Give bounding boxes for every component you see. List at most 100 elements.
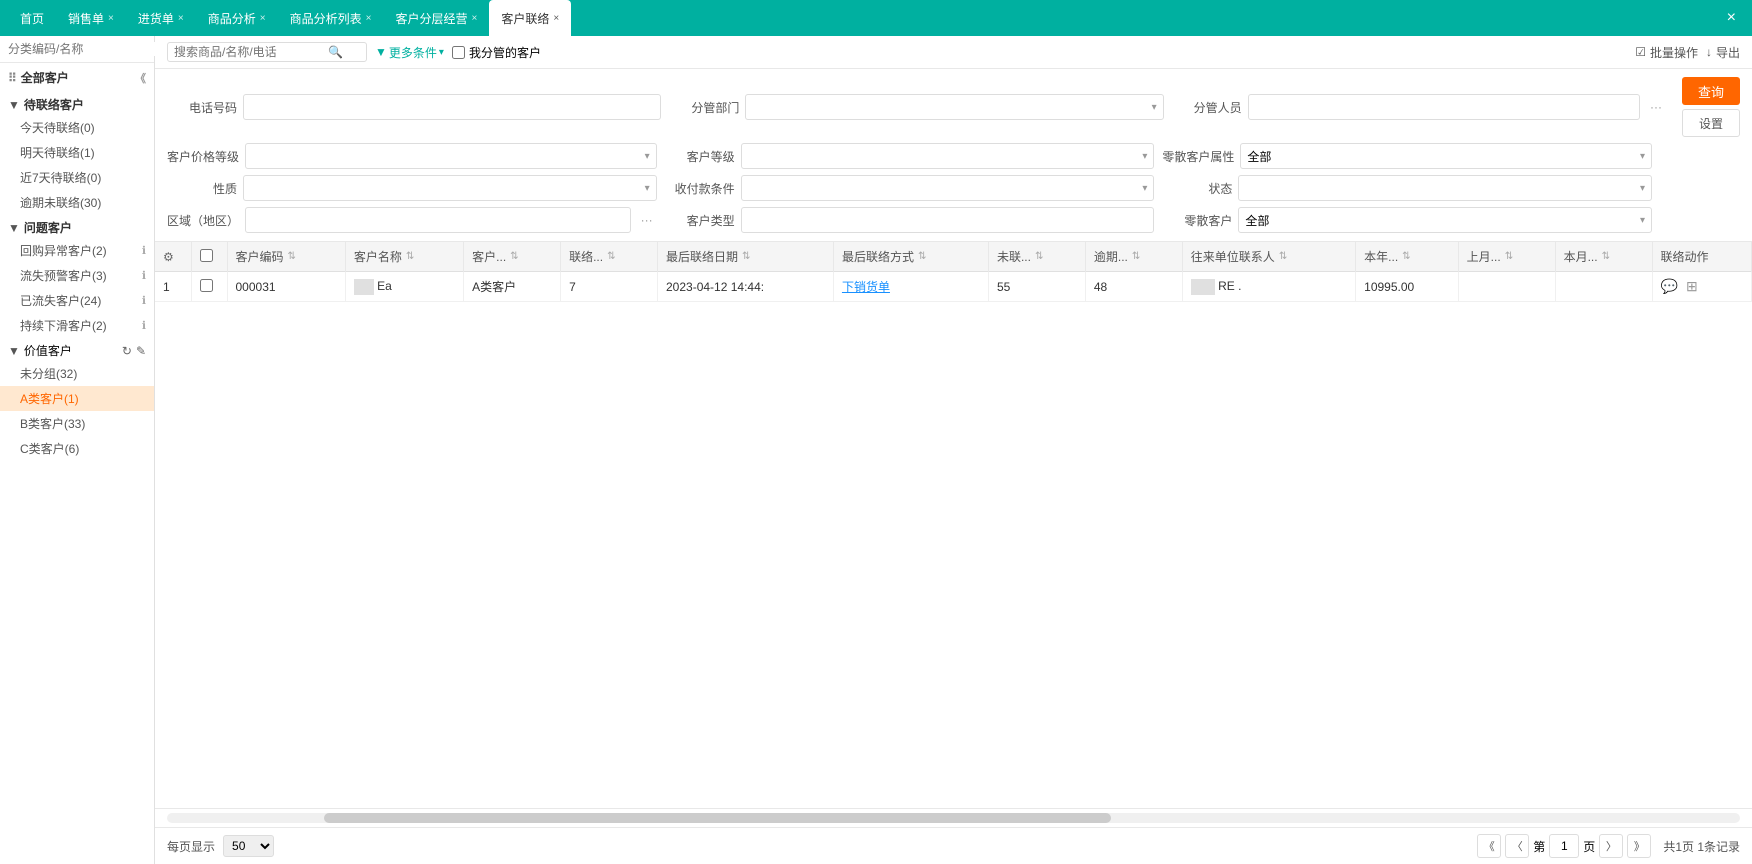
sidebar-section-pending: ▼ 待联络客户 [0, 92, 154, 115]
filter-field-nature: 性质 ▾ [167, 175, 657, 201]
col-type-sort[interactable]: ⇅ [510, 251, 518, 262]
sidebar-item-class-b[interactable]: B类客户(33) [0, 411, 154, 436]
edit-icon[interactable]: ✎ [136, 344, 146, 358]
col-overdue-sort[interactable]: ⇅ [1132, 251, 1140, 262]
scroll-thumb[interactable] [324, 813, 1111, 823]
row-contact-person: RE . [1182, 272, 1355, 302]
tab-customer-contact-close[interactable]: × [553, 13, 559, 24]
tab-product-analysis-list-label: 商品分析列表 [290, 10, 362, 27]
sidebar-item-declining[interactable]: 持续下滑客户(2) ℹ [0, 313, 154, 338]
col-contact-count-sort[interactable]: ⇅ [607, 251, 615, 262]
filter-select-customer-level[interactable]: ▾ [741, 143, 1155, 169]
sidebar-item-class-a[interactable]: A类客户(1) [0, 386, 154, 411]
batch-operation-btn[interactable]: ☑ 批量操作 [1635, 44, 1698, 61]
col-name-sort[interactable]: ⇅ [406, 251, 414, 262]
col-this-year-label: 本年... [1364, 248, 1398, 265]
tab-sales-close[interactable]: × [108, 13, 114, 24]
row-name: Ea [345, 272, 463, 302]
row-action-icons: 💬 ⊞ [1661, 278, 1743, 295]
sidebar-item-unclassified[interactable]: 未分组(32) [0, 361, 154, 386]
filter-search-icon[interactable]: 🔍 [328, 45, 343, 59]
tab-product-analysis-list[interactable]: 商品分析列表 × [278, 0, 384, 36]
settings-button[interactable]: 设置 [1682, 109, 1740, 137]
tab-home[interactable]: 首页 [8, 0, 56, 36]
col-last-month-sort[interactable]: ⇅ [1505, 251, 1513, 262]
sidebar-collapse-icon[interactable]: 《 [135, 70, 146, 86]
sidebar-item-churn-warning[interactable]: 流失预警客户(3) ℹ [0, 263, 154, 288]
my-customers-checkbox[interactable] [452, 46, 465, 59]
filter-more-label: 更多条件 [389, 44, 437, 61]
sidebar-item-class-c[interactable]: C类客户(6) [0, 436, 154, 461]
sidebar-all-customers-header[interactable]: ⠿ 全部客户 《 [0, 63, 154, 92]
settings-gear-icon[interactable]: ⚙ [163, 250, 174, 264]
next-group-btn[interactable]: 》 [1627, 834, 1651, 858]
next-btn[interactable]: 〉 [1599, 834, 1623, 858]
query-button[interactable]: 查询 [1682, 77, 1740, 105]
export-btn[interactable]: ↓ 导出 [1706, 44, 1740, 61]
sidebar-search-input[interactable] [8, 42, 163, 56]
filter-search-input[interactable] [174, 45, 324, 59]
row-this-year: 10995.00 [1356, 272, 1459, 302]
row-last-method: 下销货单 [833, 272, 988, 302]
filter-select-nature[interactable]: ▾ [243, 175, 657, 201]
col-uncontacted-sort[interactable]: ⇅ [1035, 251, 1043, 262]
tab-product-analysis-close[interactable]: × [260, 13, 266, 24]
tab-purchase-close[interactable]: × [178, 13, 184, 24]
tab-customer-segment[interactable]: 客户分层经营 × [383, 0, 489, 36]
tab-customer-contact-label: 客户联络 [501, 10, 549, 27]
tab-product-analysis[interactable]: 商品分析 × [196, 0, 278, 36]
page-size-select[interactable]: 50 100 200 [223, 835, 274, 857]
filter-input-region[interactable] [245, 207, 631, 233]
col-contact-person-sort[interactable]: ⇅ [1279, 251, 1287, 262]
filter-bar: 🔍 ▼ 更多条件 ▾ 我分管的客户 ☑ 批量操作 ↓ 导出 [155, 36, 1752, 69]
filter-search-box: 🔍 [167, 42, 367, 62]
chat-icon[interactable]: 💬 [1661, 278, 1678, 295]
filter-more-btn[interactable]: ▼ 更多条件 ▾ [375, 44, 444, 61]
chevron-down-icon: ▼ [8, 98, 20, 112]
col-this-year-sort[interactable]: ⇅ [1402, 251, 1410, 262]
row-select-checkbox[interactable] [200, 279, 213, 292]
tab-product-analysis-list-close[interactable]: × [366, 13, 372, 24]
prev-btn[interactable]: 〈 [1505, 834, 1529, 858]
select-all-checkbox[interactable] [200, 249, 213, 262]
prev-group-btn[interactable]: 《 [1477, 834, 1501, 858]
tab-purchase[interactable]: 进货单 × [126, 0, 196, 36]
filter-input-phone[interactable] [243, 94, 661, 120]
filter-select-scattered-attr[interactable]: 全部 ▾ [1240, 143, 1652, 169]
col-last-method-sort[interactable]: ⇅ [918, 251, 926, 262]
sidebar-all-customers-label: 全部客户 [21, 69, 69, 86]
filter-select-status[interactable]: ▾ [1238, 175, 1652, 201]
tab-customer-contact[interactable]: 客户联络 × [489, 0, 571, 36]
filter-select-scattered[interactable]: 全部 ▾ [1238, 207, 1652, 233]
page-number-input[interactable] [1549, 834, 1579, 858]
filter-input-customer-type[interactable] [741, 207, 1155, 233]
filter-region-dots[interactable]: ··· [637, 213, 657, 227]
filter-input-person[interactable] [1248, 94, 1640, 120]
col-type: 客户... ⇅ [464, 242, 561, 272]
filter-person-dots[interactable]: ··· [1646, 100, 1666, 114]
total-label: 共1页 1条记录 [1663, 838, 1740, 855]
sidebar-item-today-pending[interactable]: 今天待联络(0) [0, 115, 154, 140]
col-last-method-label: 最后联络方式 [842, 248, 914, 265]
sidebar-item-overdue-pending[interactable]: 逾期未联络(30) [0, 190, 154, 215]
filter-select-payment[interactable]: ▾ [741, 175, 1155, 201]
filter-select-price-level[interactable]: ▾ [245, 143, 657, 169]
grid-action-icon[interactable]: ⊞ [1686, 278, 1698, 295]
col-last-date-sort[interactable]: ⇅ [742, 251, 750, 262]
info-icon-4: ℹ [142, 319, 146, 332]
sidebar-item-7day-pending[interactable]: 近7天待联络(0) [0, 165, 154, 190]
filter-select-dept[interactable]: ▾ [745, 94, 1163, 120]
tab-sales[interactable]: 销售单 × [56, 0, 126, 36]
filter-label-phone: 电话号码 [167, 99, 237, 116]
col-this-month-sort[interactable]: ⇅ [1602, 251, 1610, 262]
tab-customer-segment-close[interactable]: × [471, 13, 477, 24]
filter-label-customer-level: 客户等级 [665, 148, 735, 165]
col-code-sort[interactable]: ⇅ [288, 251, 296, 262]
filter-my-customers[interactable]: 我分管的客户 [452, 44, 541, 61]
last-method-link[interactable]: 下销货单 [842, 280, 890, 294]
sidebar-item-repurchase-abnormal[interactable]: 回购异常客户(2) ℹ [0, 238, 154, 263]
sidebar-item-tomorrow-pending[interactable]: 明天待联络(1) [0, 140, 154, 165]
sidebar-item-churned[interactable]: 已流失客户(24) ℹ [0, 288, 154, 313]
window-close-btn[interactable]: × [1719, 9, 1744, 27]
refresh-icon[interactable]: ↻ [122, 344, 132, 358]
